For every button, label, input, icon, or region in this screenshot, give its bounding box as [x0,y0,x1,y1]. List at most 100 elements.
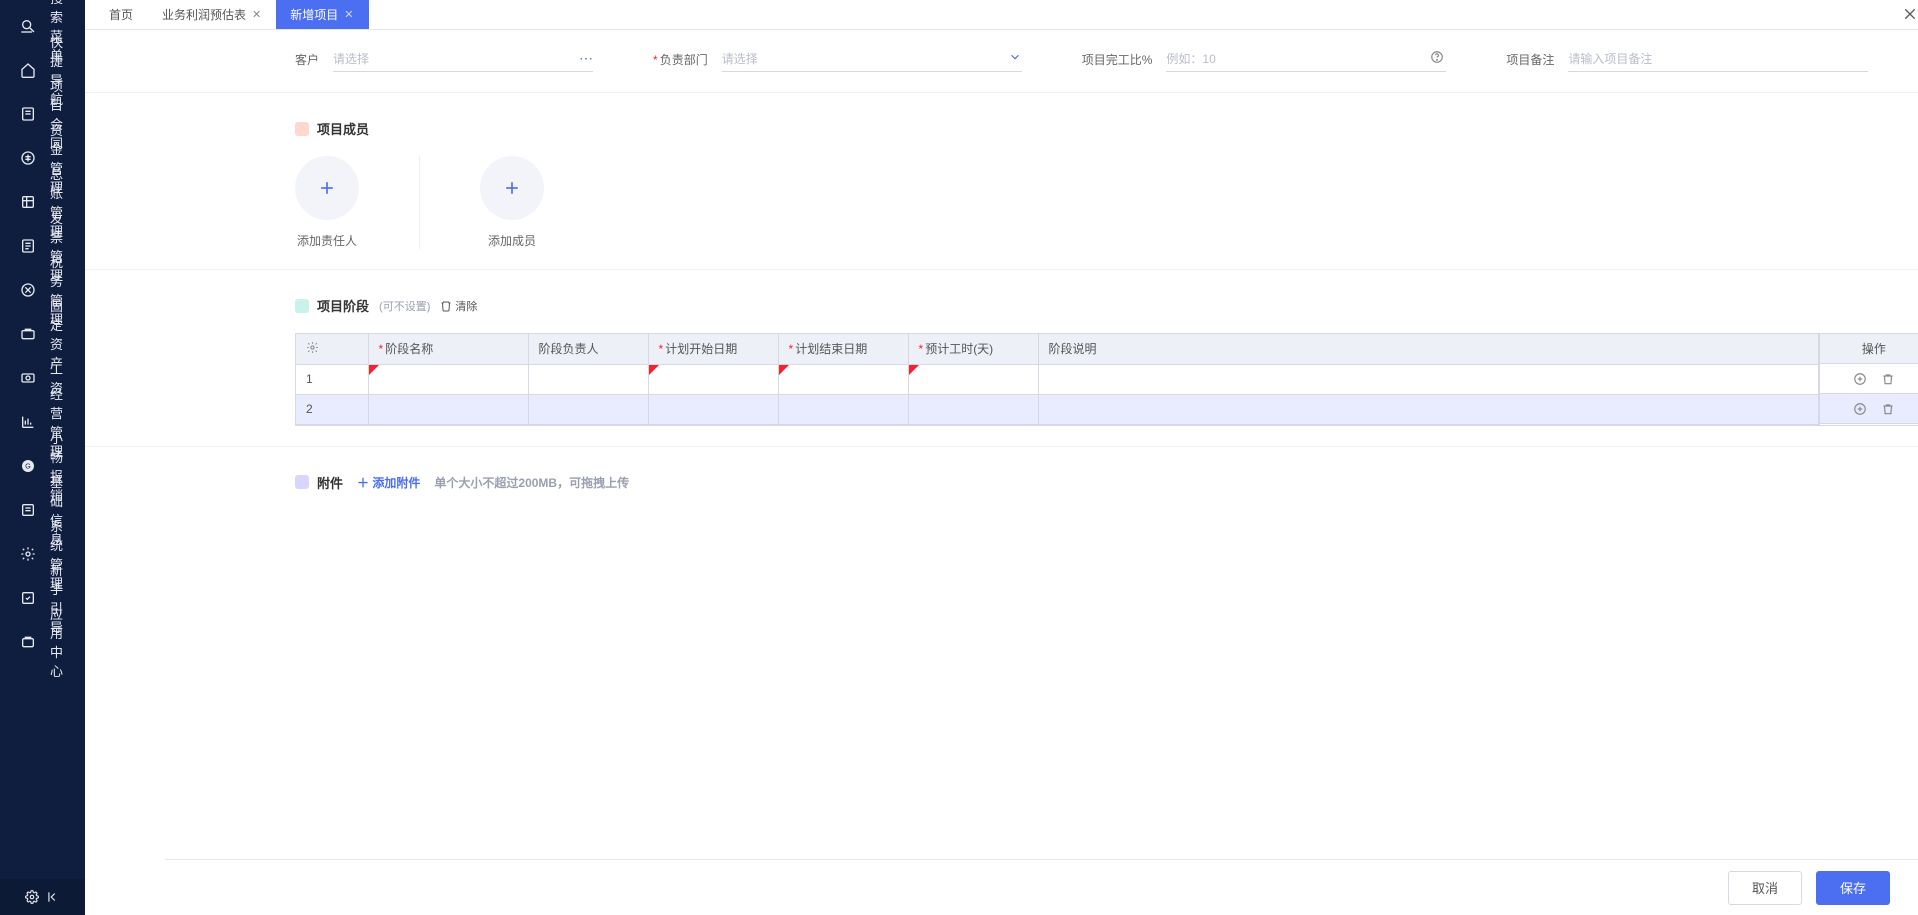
apps-icon [20,633,36,651]
sidebar-item-tax[interactable]: 税务管理 [0,268,85,312]
gear-icon[interactable] [24,889,40,905]
spacer [85,512,1918,892]
table-body: *阶段名称 阶段负责人 *计划开始日期 *计划结束日期 *预计工时(天) 阶段说… [296,334,1819,425]
field-dept: *负责部门 请选择 [653,46,1022,72]
attach-hint: 单个大小不超过200MB，可拖拽上传 [434,474,629,491]
invoice-icon [20,237,36,255]
cell-stage-owner[interactable] [528,394,648,424]
placeholder: 请选择 [333,50,579,67]
close-icon[interactable]: ✕ [252,8,261,21]
more-icon[interactable]: ⋯ [579,50,593,67]
delete-row-icon[interactable] [1881,402,1895,416]
required-corner-icon [779,365,789,375]
sidebar-item-ledger[interactable]: 总账管理 [0,180,85,224]
section-stages: 项目阶段 (可不设置) 清除 [85,270,1918,447]
col-ops: 操作 [1820,334,1918,364]
collapse-icon[interactable] [45,889,61,905]
sidebar-menu: 搜索菜单 快捷导航 项目合同 资金管理 [0,0,85,879]
tab-label: 新增项目 [290,6,338,23]
form-row: 客户 请选择 ⋯ *负责部门 请选择 项目完工 [85,30,1918,93]
completion-input[interactable] [1166,46,1446,72]
sidebar-footer [0,879,85,915]
clear-label: 清除 [455,298,477,314]
section-title: 项目成员 [317,119,369,138]
button-label: 取消 [1752,878,1778,897]
section-attach: 附件 ＋ 添加附件 单个大小不超过200MB，可拖拽上传 [85,447,1918,512]
field-completion: 项目完工比% [1082,46,1447,72]
tab-profit-estimate[interactable]: 业务利润预估表 ✕ [148,0,276,29]
sidebar-item-quicknav[interactable]: 快捷导航 [0,48,85,92]
sidebar-item-guide[interactable]: 新手引导 [0,576,85,620]
section-members: 项目成员 添加责任人 添加成员 [85,93,1918,270]
cell-days[interactable] [908,364,1038,394]
cell-days[interactable] [908,394,1038,424]
sidebar-item-asset[interactable]: 固定资产 [0,312,85,356]
cell-end-date[interactable] [778,394,908,424]
tile-caption: 添加成员 [488,232,536,249]
cell-stage-owner[interactable] [528,364,648,394]
sidebar-item-business[interactable]: 经营管理 [0,400,85,444]
cell-start-date[interactable] [648,364,778,394]
field-customer: 客户 请选择 ⋯ [295,46,593,72]
field-remark: 项目备注 [1506,46,1868,72]
add-owner-button[interactable] [295,156,359,220]
sidebar-item-salary[interactable]: 工资 [0,356,85,400]
chevron-down-icon[interactable] [1008,50,1022,67]
col-end-date: *计划结束日期 [778,334,908,364]
sidebar-item-apps[interactable]: 应用中心 [0,620,85,664]
section-title: 项目阶段 [317,296,369,315]
add-row-icon[interactable] [1853,402,1867,416]
sidebar: 搜索菜单 快捷导航 项目合同 资金管理 [0,0,85,915]
sidebar-item-fund[interactable]: 资金管理 [0,136,85,180]
tab-home[interactable]: 首页 [95,0,148,29]
clear-button[interactable]: 清除 [440,298,477,314]
section-badge-icon [295,299,309,313]
remark-input[interactable] [1568,46,1868,72]
sidebar-item-basic[interactable]: 基础信息 [0,488,85,532]
close-icon[interactable]: ✕ [344,8,353,21]
cell-start-date[interactable] [648,394,778,424]
cell-stage-name[interactable] [368,394,528,424]
dept-picker[interactable]: 请选择 [722,46,1022,72]
section-head: 附件 ＋ 添加附件 单个大小不超过200MB，可拖拽上传 [295,473,1918,492]
sidebar-item-contract[interactable]: 项目合同 [0,92,85,136]
sidebar-item-search[interactable]: 搜索菜单 [0,4,85,48]
add-member-button[interactable] [480,156,544,220]
info-icon [20,501,36,519]
delete-row-icon[interactable] [1881,372,1895,386]
cell-end-date[interactable] [778,364,908,394]
table-row[interactable]: 1 [296,364,1819,394]
save-button[interactable]: 保存 [1816,871,1890,905]
button-label: 保存 [1840,878,1866,897]
row-number: 1 [296,364,368,394]
field-label: 客户 [295,51,319,68]
cell-desc[interactable] [1038,394,1819,424]
tile-caption: 添加责任人 [297,232,357,249]
col-gear[interactable] [296,334,368,364]
guide-icon [20,589,36,607]
page: 搜索菜单 快捷导航 项目合同 资金管理 [0,0,1918,915]
section-badge-icon [295,122,309,136]
row-ops [1820,364,1918,394]
cancel-button[interactable]: 取消 [1728,871,1802,905]
table-ops: 操作 [1819,334,1918,425]
customer-picker[interactable]: 请选择 ⋯ [333,46,593,72]
tab-new-project[interactable]: 新增项目 ✕ [276,0,368,29]
sidebar-item-reimburse[interactable]: G 小畅报销 [0,444,85,488]
table-row[interactable]: 2 [296,394,1819,424]
cell-desc[interactable] [1038,364,1819,394]
section-head: 项目成员 [295,119,1918,138]
sidebar-item-label: 应用中心 [50,604,65,680]
add-row-icon[interactable] [1853,372,1867,386]
close-panel-icon[interactable] [1900,4,1918,24]
cell-stage-name[interactable] [368,364,528,394]
add-attachment-button[interactable]: ＋ 添加附件 [357,474,420,491]
field-label: 项目备注 [1506,51,1554,68]
tab-label: 业务利润预估表 [162,6,246,23]
ledger-icon [20,193,36,211]
sidebar-item-system[interactable]: 系统管理 [0,532,85,576]
sidebar-item-invoice[interactable]: 发票管理 [0,224,85,268]
svg-text:G: G [25,462,31,471]
footer: 取消 保存 [165,859,1918,915]
help-icon[interactable] [1430,50,1444,67]
